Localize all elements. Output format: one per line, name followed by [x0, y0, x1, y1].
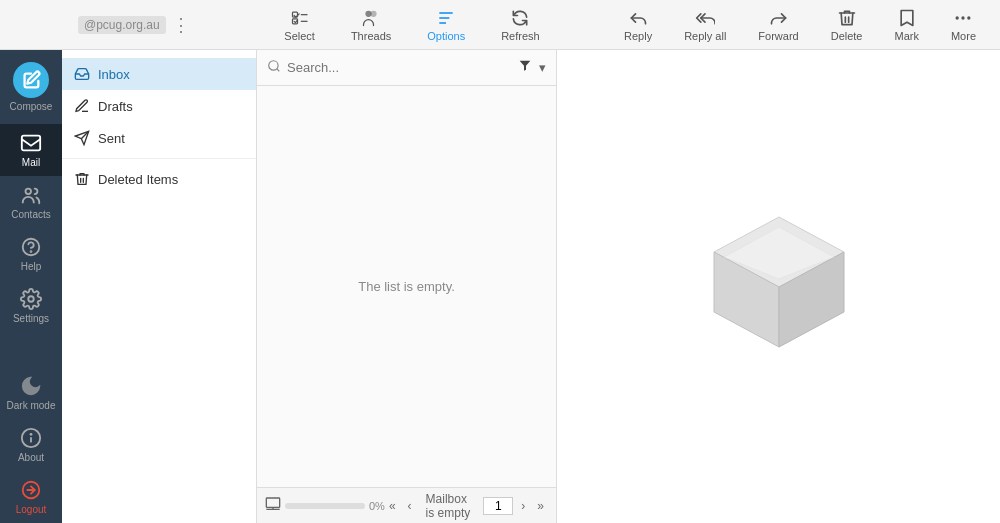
sidebar-item-mail[interactable]: Mail	[0, 124, 62, 176]
more-label: More	[951, 30, 976, 42]
select-label: Select	[284, 30, 315, 42]
svg-point-9	[956, 16, 959, 19]
top-toolbar: @pcug.org.au ⋮ Select Threads	[0, 0, 1000, 50]
reply-all-button[interactable]: Reply all	[676, 4, 734, 46]
page-number-input[interactable]	[483, 497, 513, 515]
about-label: About	[18, 452, 44, 463]
forward-button[interactable]: Forward	[750, 4, 806, 46]
svg-point-10	[962, 16, 965, 19]
filter-dropdown-icon[interactable]: ▾	[539, 60, 546, 75]
prev-page-button[interactable]: ‹	[404, 497, 416, 515]
delete-label: Delete	[831, 30, 863, 42]
reply-button[interactable]: Reply	[616, 4, 660, 46]
message-list-panel: ▾ The list is empty.	[257, 50, 557, 523]
inbox-label: Inbox	[98, 67, 130, 82]
deleted-label: Deleted Items	[98, 172, 178, 187]
settings-label: Settings	[13, 313, 49, 324]
sidebar-item-about[interactable]: About	[0, 419, 62, 471]
delete-button[interactable]: Delete	[823, 4, 871, 46]
pagination-right: « ‹ Mailbox is empty › »	[385, 492, 548, 520]
drafts-label: Drafts	[98, 99, 133, 114]
sidebar-item-settings[interactable]: Settings	[0, 280, 62, 332]
empty-state-illustration	[679, 197, 879, 377]
svg-point-13	[26, 189, 32, 195]
select-button[interactable]: Select	[276, 4, 323, 46]
svg-point-16	[28, 296, 34, 302]
options-button[interactable]: Options	[419, 4, 473, 46]
mark-label: Mark	[894, 30, 918, 42]
svg-rect-12	[22, 136, 40, 151]
svg-point-4	[366, 11, 371, 16]
folder-item-sent[interactable]: Sent	[62, 122, 256, 154]
email-address: @pcug.org.au	[78, 16, 166, 34]
logout-label: Logout	[16, 504, 47, 515]
reply-label: Reply	[624, 30, 652, 42]
svg-point-5	[371, 11, 376, 16]
toolbar-right: Reply Reply all Forward	[616, 4, 992, 46]
svg-point-11	[968, 16, 971, 19]
svg-rect-26	[266, 498, 279, 507]
sidebar-item-help[interactable]: Help	[0, 228, 62, 280]
refresh-button[interactable]: Refresh	[493, 4, 548, 46]
help-label: Help	[21, 261, 42, 272]
reply-all-label: Reply all	[684, 30, 726, 42]
storage-bar	[285, 503, 365, 509]
sidebar: Compose Mail Contacts	[0, 50, 62, 523]
contacts-label: Contacts	[11, 209, 50, 220]
refresh-label: Refresh	[501, 30, 540, 42]
svg-line-25	[277, 69, 280, 72]
search-bar: ▾	[257, 50, 556, 86]
next-page-button[interactable]: ›	[517, 497, 529, 515]
folder-list: Inbox Drafts Sent	[62, 50, 256, 523]
sidebar-item-darkmode[interactable]: Dark mode	[0, 367, 62, 419]
threads-button[interactable]: Threads	[343, 4, 399, 46]
last-page-button[interactable]: »	[533, 497, 548, 515]
empty-pane-illustration	[679, 197, 879, 377]
storage-indicator: 0%	[265, 496, 385, 515]
folder-item-drafts[interactable]: Drafts	[62, 90, 256, 122]
email-filter-icon[interactable]	[517, 58, 533, 77]
folder-item-deleted[interactable]: Deleted Items	[62, 163, 256, 195]
account-more-button[interactable]: ⋮	[172, 14, 190, 36]
folder-divider	[62, 158, 256, 159]
email-display-area: @pcug.org.au ⋮	[8, 14, 208, 36]
more-button[interactable]: More	[943, 4, 984, 46]
storage-icon	[265, 496, 281, 515]
main-area: Compose Mail Contacts	[0, 50, 1000, 523]
svg-point-24	[269, 61, 278, 70]
sidebar-item-logout[interactable]: Logout	[0, 471, 62, 523]
darkmode-label: Dark mode	[7, 400, 56, 411]
message-pagination: 0% « ‹ Mailbox is empty › »	[257, 487, 556, 523]
toolbar-center: Select Threads Options Refresh	[208, 4, 616, 46]
empty-list-text: The list is empty.	[358, 279, 455, 294]
forward-label: Forward	[758, 30, 798, 42]
folder-item-inbox[interactable]: Inbox	[62, 58, 256, 90]
sidebar-item-compose[interactable]: Compose	[0, 54, 62, 120]
compose-label: Compose	[10, 101, 53, 112]
first-page-button[interactable]: «	[385, 497, 400, 515]
mark-button[interactable]: Mark	[886, 4, 926, 46]
sidebar-bottom: Dark mode About Logout	[0, 367, 62, 523]
threads-label: Threads	[351, 30, 391, 42]
mailbox-status: Mailbox is empty	[426, 492, 474, 520]
search-input[interactable]	[287, 60, 511, 75]
options-label: Options	[427, 30, 465, 42]
folder-panel: Inbox Drafts Sent	[62, 50, 257, 523]
compose-icon	[13, 62, 49, 98]
storage-percentage: 0%	[369, 500, 385, 512]
svg-point-15	[31, 251, 32, 252]
search-icon	[267, 59, 281, 76]
mail-label: Mail	[22, 157, 40, 168]
sidebar-item-contacts[interactable]: Contacts	[0, 176, 62, 228]
message-empty: The list is empty.	[257, 86, 556, 487]
reading-pane	[557, 50, 1000, 523]
sent-label: Sent	[98, 131, 125, 146]
pagination-left: 0%	[265, 496, 385, 515]
